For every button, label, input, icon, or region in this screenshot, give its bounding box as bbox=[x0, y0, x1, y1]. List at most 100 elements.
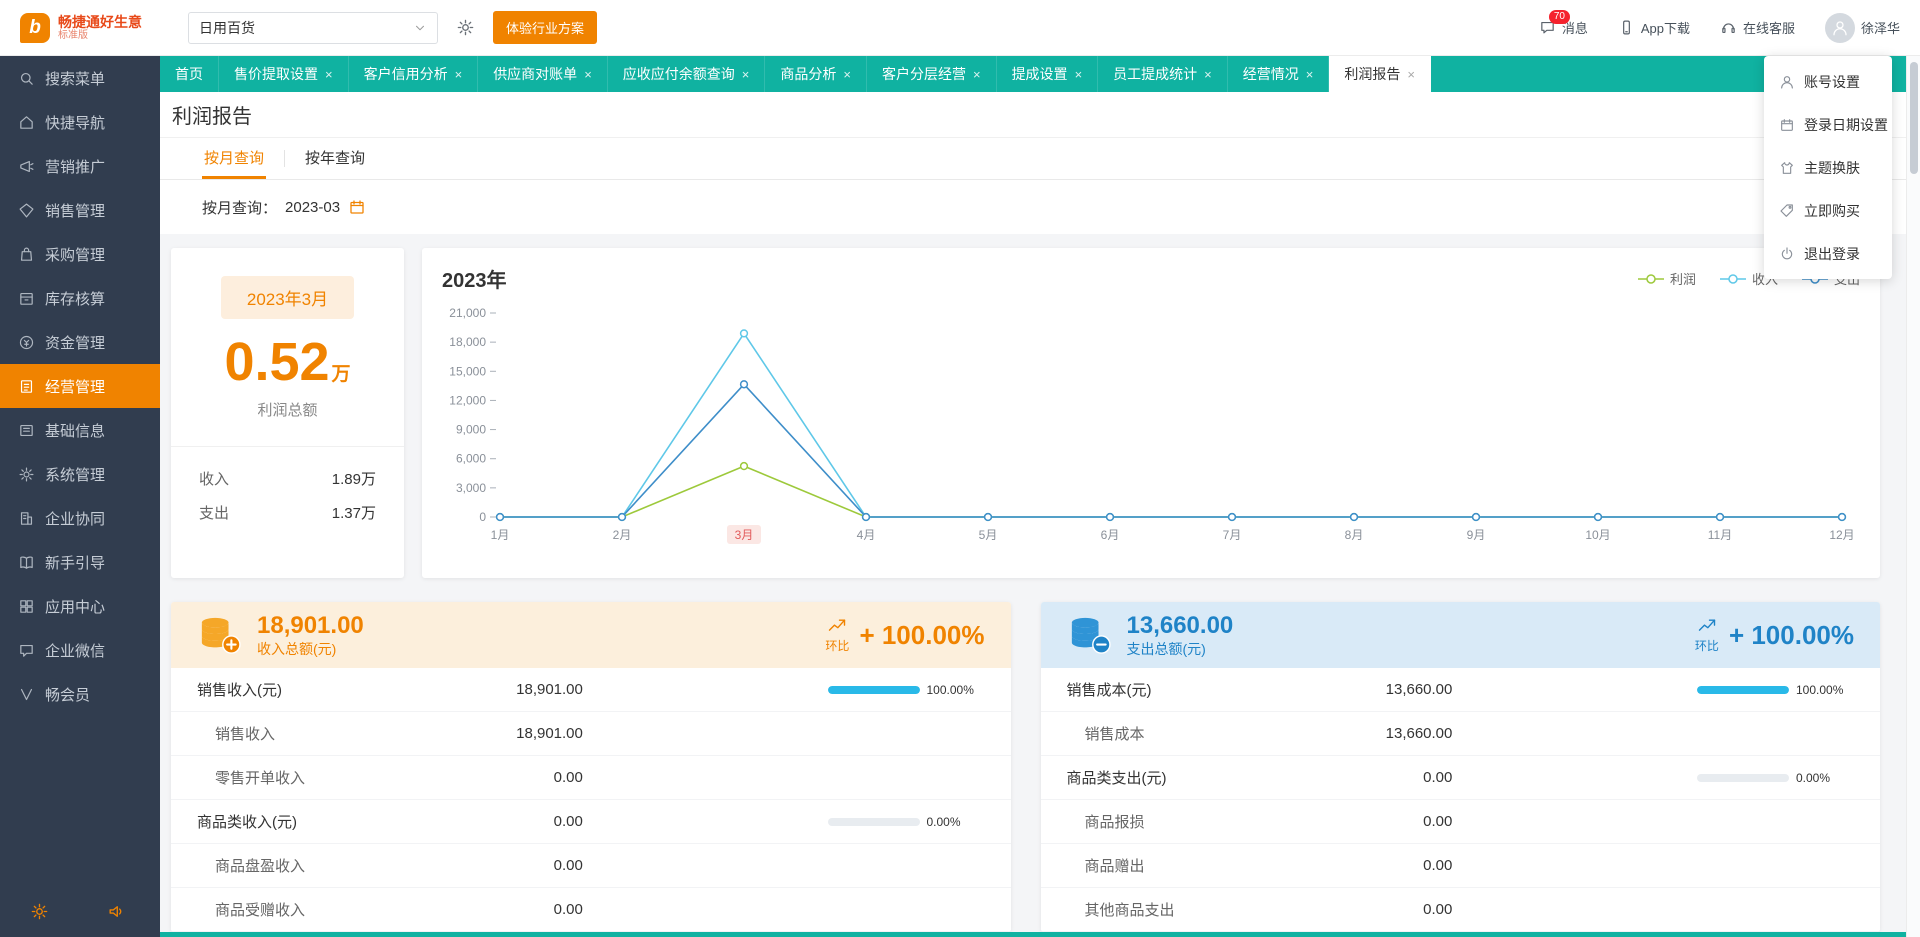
sidebar-item-12[interactable]: 应用中心 bbox=[0, 584, 160, 628]
tab-label: 供应商对账单 bbox=[493, 66, 578, 82]
phone-icon bbox=[1618, 19, 1635, 36]
sidebar-item-11[interactable]: 新手引导 bbox=[0, 540, 160, 584]
line-chart: 0 3,000 6,000 9,000 12,000 15,000 18,000 21,000… bbox=[442, 299, 1860, 568]
sidebar-item-6[interactable]: 资金管理 bbox=[0, 320, 160, 364]
row-value: 0.00 bbox=[1423, 857, 1453, 874]
headset-icon bbox=[1720, 19, 1737, 36]
company-selector[interactable]: 日用百货 bbox=[188, 11, 438, 44]
summary-row: 收入 1.89万 bbox=[199, 461, 376, 495]
sidebar-item-10[interactable]: 企业协同 bbox=[0, 496, 160, 540]
avatar bbox=[1824, 12, 1855, 43]
progress-label: 0.00% bbox=[926, 814, 961, 829]
tab-2[interactable]: 客户信用分析 × bbox=[349, 56, 479, 92]
tab-10[interactable]: 利润报告 × bbox=[1329, 56, 1431, 92]
row-value: 13,660.00 bbox=[1385, 681, 1453, 698]
progress-label: 100.00% bbox=[1796, 682, 1844, 697]
business-icon bbox=[18, 378, 35, 395]
tab-9[interactable]: 经营情况 × bbox=[1228, 56, 1330, 92]
close-icon[interactable]: × bbox=[1407, 67, 1415, 82]
svg-text:4月: 4月 bbox=[857, 528, 876, 542]
close-icon[interactable]: × bbox=[325, 67, 333, 82]
speaker-icon[interactable] bbox=[107, 902, 126, 921]
tab-label: 首页 bbox=[175, 66, 203, 82]
gear-icon[interactable] bbox=[456, 18, 475, 37]
user-menu-item-2[interactable]: 主题换肤 bbox=[1764, 146, 1892, 189]
tab-8[interactable]: 员工提成统计 × bbox=[1098, 56, 1228, 92]
trial-solution-button[interactable]: 体验行业方案 bbox=[493, 11, 598, 44]
user-menu-item-0[interactable]: 账号设置 bbox=[1764, 60, 1892, 103]
sidebar-item-9[interactable]: 系统管理 bbox=[0, 452, 160, 496]
legend-item-0[interactable]: 利润 bbox=[1637, 269, 1696, 288]
table-row: 商品类收入(元) 0.00 0.00% bbox=[171, 800, 1011, 844]
row-label: 商品受赠收入 bbox=[215, 902, 306, 919]
month-picker[interactable]: 按月查询： 2023-03 bbox=[202, 197, 366, 218]
sidebar-item-label: 企业微信 bbox=[45, 642, 106, 660]
svg-text:6,000: 6,000 bbox=[456, 452, 486, 466]
sidebar-item-8[interactable]: 基础信息 bbox=[0, 408, 160, 452]
sidebar-item-2[interactable]: 营销推广 bbox=[0, 144, 160, 188]
tab-label: 售价提取设置 bbox=[234, 66, 318, 82]
close-icon[interactable]: × bbox=[455, 67, 463, 82]
calendar-icon bbox=[348, 198, 366, 216]
close-icon[interactable]: × bbox=[1306, 67, 1314, 82]
close-icon[interactable]: × bbox=[584, 67, 592, 82]
table-row: 商品报损 0.00 bbox=[1040, 800, 1880, 844]
home-icon bbox=[18, 114, 35, 131]
tab-label: 员工提成统计 bbox=[1113, 66, 1198, 82]
sidebar-item-7[interactable]: 经营管理 bbox=[0, 364, 160, 408]
online-service-label: 在线客服 bbox=[1742, 21, 1795, 36]
legend-label: 利润 bbox=[1669, 272, 1696, 287]
tab-3[interactable]: 供应商对账单 × bbox=[478, 56, 608, 92]
logo-version-badge: 标准版 bbox=[58, 29, 88, 41]
user-menu-item-1[interactable]: 登录日期设置 bbox=[1764, 103, 1892, 146]
query-tab-0[interactable]: 按月查询 bbox=[202, 138, 267, 179]
tab-5[interactable]: 商品分析 × bbox=[765, 56, 867, 92]
tab-6[interactable]: 客户分层经营 × bbox=[867, 56, 997, 92]
progress-bar bbox=[827, 817, 920, 826]
tab-0[interactable]: 首页 bbox=[160, 56, 219, 92]
person-icon bbox=[1831, 19, 1849, 37]
close-icon[interactable]: × bbox=[1075, 67, 1083, 82]
messages-button[interactable]: 70 消息 bbox=[1539, 10, 1588, 37]
settings-gear-icon[interactable] bbox=[30, 902, 49, 921]
logout-icon bbox=[1779, 246, 1795, 262]
row-label: 商品类收入(元) bbox=[197, 814, 297, 831]
row-label: 商品报损 bbox=[1084, 814, 1145, 831]
username: 徐泽华 bbox=[1860, 21, 1900, 36]
menu-item-label: 登录日期设置 bbox=[1804, 116, 1888, 133]
sidebar-item-3[interactable]: 销售管理 bbox=[0, 188, 160, 232]
date-filter-row: 按月查询： 2023-03 bbox=[160, 180, 1920, 234]
sidebar-item-14[interactable]: 畅会员 bbox=[0, 672, 160, 716]
close-icon[interactable]: × bbox=[843, 67, 851, 82]
trend-up-icon bbox=[825, 616, 849, 636]
row-label: 销售成本(元) bbox=[1066, 682, 1152, 699]
tab-4[interactable]: 应收应付余额查询 × bbox=[608, 56, 766, 92]
close-icon[interactable]: × bbox=[742, 67, 750, 82]
income-trend: 环比 + 100.00% bbox=[825, 616, 985, 654]
profit-total-label: 利润总额 bbox=[257, 402, 318, 419]
tab-1[interactable]: 售价提取设置 × bbox=[219, 56, 349, 92]
row-label: 其他商品支出 bbox=[1084, 902, 1175, 919]
sidebar-item-0[interactable]: 搜索菜单 bbox=[0, 56, 160, 100]
user-button[interactable]: 徐泽华 bbox=[1824, 12, 1900, 43]
app-download-button[interactable]: App下载 bbox=[1618, 18, 1690, 37]
query-tab-1[interactable]: 按年查询 bbox=[303, 138, 367, 179]
user-menu-item-3[interactable]: 立即购买 bbox=[1764, 189, 1892, 232]
sidebar-item-1[interactable]: 快捷导航 bbox=[0, 100, 160, 144]
row-label: 商品赠出 bbox=[1084, 858, 1145, 875]
scrollbar-thumb[interactable] bbox=[1910, 62, 1918, 174]
table-row: 商品盘盈收入 0.00 bbox=[171, 844, 1011, 888]
close-icon[interactable]: × bbox=[1204, 67, 1212, 82]
sidebar-item-5[interactable]: 库存核算 bbox=[0, 276, 160, 320]
sidebar-item-13[interactable]: 企业微信 bbox=[0, 628, 160, 672]
chevron-down-icon bbox=[413, 21, 427, 35]
close-icon[interactable]: × bbox=[973, 67, 981, 82]
svg-text:21,000: 21,000 bbox=[449, 306, 486, 320]
tab-7[interactable]: 提成设置 × bbox=[997, 56, 1099, 92]
user-menu-item-4[interactable]: 退出登录 bbox=[1764, 232, 1892, 275]
sidebar-item-4[interactable]: 采购管理 bbox=[0, 232, 160, 276]
account-icon bbox=[1779, 74, 1795, 90]
online-service-button[interactable]: 在线客服 bbox=[1720, 18, 1795, 37]
query-tab-label: 按月查询 bbox=[204, 149, 265, 167]
tab-label: 客户信用分析 bbox=[363, 66, 448, 82]
